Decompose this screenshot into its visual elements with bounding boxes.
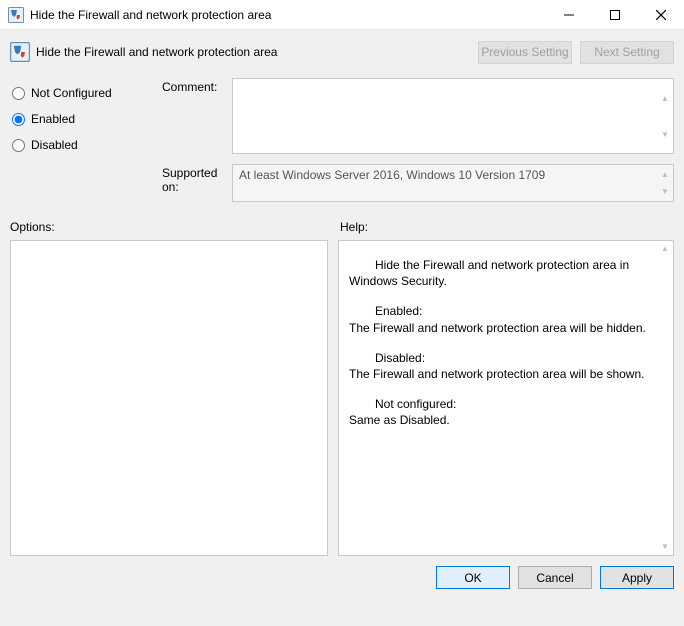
minimize-button[interactable] [546,0,592,29]
chevron-down-icon[interactable]: ▼ [658,540,672,554]
supported-on-label: Supported on: [162,164,228,194]
radio-label: Enabled [31,112,75,126]
policy-icon [8,7,24,23]
button-bar: OK Cancel Apply [10,566,674,589]
ok-button[interactable]: OK [436,566,510,589]
help-text-notconfigured: Not configured: Same as Disabled. [349,396,653,428]
lower-labels: Options: Help: [10,220,674,234]
comment-input[interactable]: ▲ ▼ [232,78,674,154]
chevron-up-icon[interactable]: ▲ [658,80,672,116]
help-scrollbar[interactable]: ▲ ▼ [658,242,672,554]
radio-enabled[interactable]: Enabled [10,106,158,132]
radio-disabled-input[interactable] [12,139,25,152]
chevron-up-icon: ▲ [658,166,672,183]
next-setting-button: Next Setting [580,41,674,64]
radio-not-configured[interactable]: Not Configured [10,80,158,106]
maximize-button[interactable] [592,0,638,29]
window-title: Hide the Firewall and network protection… [30,8,546,22]
titlebar: Hide the Firewall and network protection… [0,0,684,30]
panes: Hide the Firewall and network protection… [10,240,674,556]
help-label: Help: [340,220,368,234]
state-radio-group: Not Configured Enabled Disabled [10,78,158,158]
help-text-intro: Hide the Firewall and network protection… [349,257,653,289]
options-pane [10,240,328,556]
previous-setting-button: Previous Setting [478,41,572,64]
radio-label: Disabled [31,138,78,152]
help-text-enabled: Enabled: The Firewall and network protec… [349,303,653,335]
chevron-down-icon: ▼ [658,183,672,200]
chevron-down-icon[interactable]: ▼ [658,116,672,152]
header-row: Hide the Firewall and network protection… [10,30,674,74]
radio-not-configured-input[interactable] [12,87,25,100]
help-pane: Hide the Firewall and network protection… [338,240,674,556]
help-text-disabled: Disabled: The Firewall and network prote… [349,350,653,382]
supported-spin: ▲ ▼ [658,166,672,200]
chevron-up-icon[interactable]: ▲ [658,242,672,256]
supported-on-value: At least Windows Server 2016, Windows 10… [239,168,545,182]
apply-button[interactable]: Apply [600,566,674,589]
policy-icon [10,42,30,62]
options-label: Options: [10,220,340,234]
config-area: Not Configured Enabled Disabled Comment:… [10,78,674,202]
header-title: Hide the Firewall and network protection… [36,45,470,59]
radio-enabled-input[interactable] [12,113,25,126]
comment-spin[interactable]: ▲ ▼ [658,80,672,152]
radio-label: Not Configured [31,86,112,100]
close-button[interactable] [638,0,684,29]
comment-label: Comment: [162,78,228,94]
window-controls [546,0,684,29]
cancel-button[interactable]: Cancel [518,566,592,589]
radio-disabled[interactable]: Disabled [10,132,158,158]
supported-on-box: At least Windows Server 2016, Windows 10… [232,164,674,202]
